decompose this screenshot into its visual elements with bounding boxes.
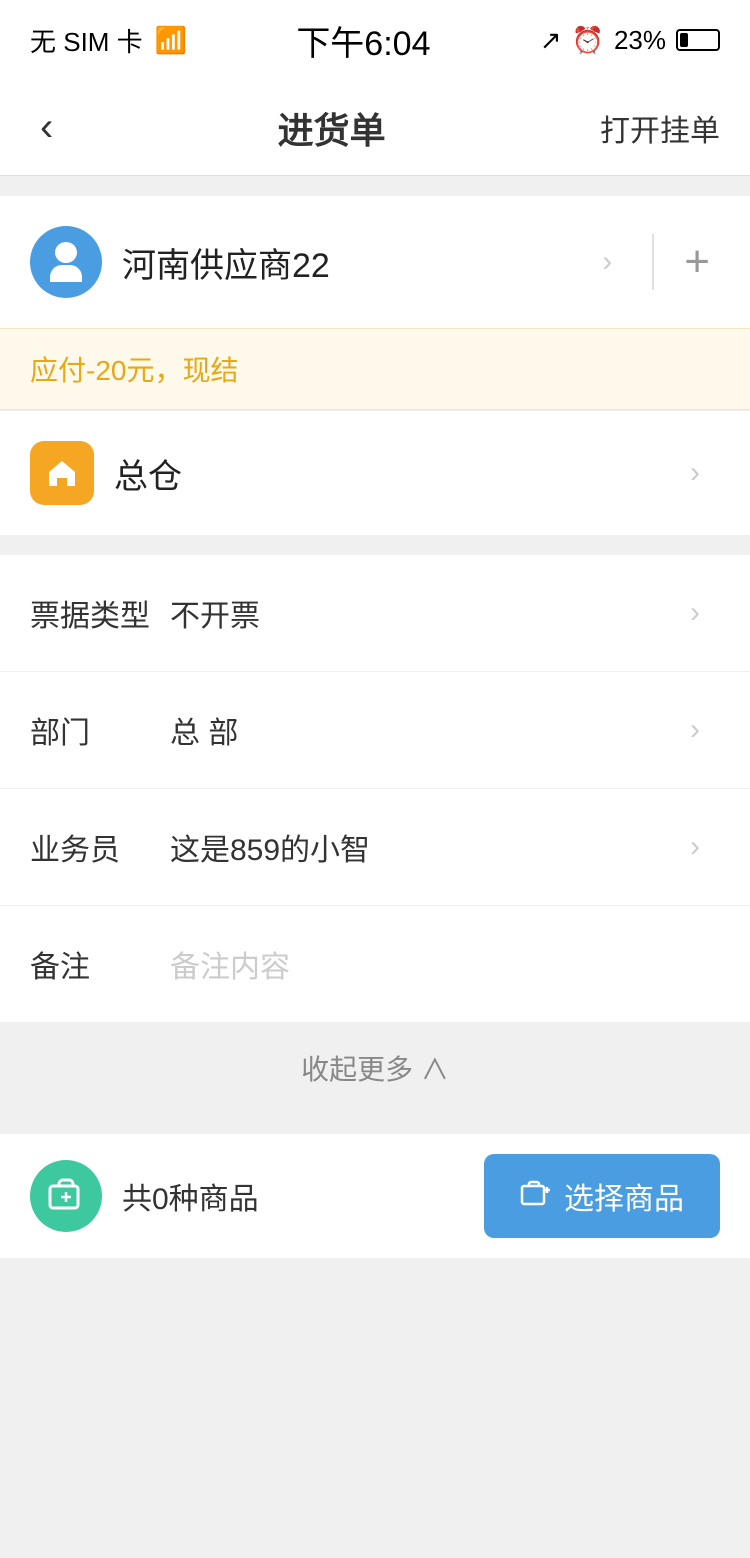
- salesperson-chevron-icon: ›: [690, 830, 700, 864]
- wifi-icon: 📶: [155, 25, 187, 56]
- select-product-button[interactable]: 选择商品: [484, 1154, 720, 1238]
- nav-bar: ‹ 进货单 打开挂单: [0, 80, 750, 176]
- remark-input[interactable]: 备注内容: [170, 942, 720, 986]
- form-card: 票据类型 不开票 › 部门 总 部 › 业务员 这是859的小智 › 备注 备注…: [0, 555, 750, 1022]
- dept-label: 部门: [30, 708, 170, 752]
- invoice-chevron-icon: ›: [690, 596, 700, 630]
- battery-pct: 23%: [614, 25, 666, 56]
- notice-bar: 应付-20元，现结: [0, 328, 750, 410]
- notice-text: 应付-20元，现结: [30, 355, 238, 386]
- collapse-button[interactable]: 收起更多 ∧: [0, 1022, 750, 1114]
- time-label: 下午6:04: [296, 16, 430, 65]
- avatar-head: [55, 242, 77, 263]
- salesperson-label: 业务员: [30, 825, 170, 869]
- dept-value: 总 部: [170, 708, 690, 752]
- select-product-icon: [520, 1180, 552, 1212]
- add-supplier-button[interactable]: +: [674, 237, 720, 287]
- supplier-row[interactable]: 河南供应商22 › +: [0, 196, 750, 328]
- warehouse-name: 总仓: [114, 449, 690, 498]
- open-pending-button[interactable]: 打开挂单: [600, 106, 720, 150]
- alarm-icon: ⏰: [572, 25, 604, 56]
- battery-icon: [676, 29, 720, 51]
- invoice-type-row[interactable]: 票据类型 不开票 ›: [0, 555, 750, 672]
- dept-chevron-icon: ›: [690, 713, 700, 747]
- invoice-type-value: 不开票: [170, 591, 690, 635]
- warehouse-row[interactable]: 总仓 ›: [0, 410, 750, 535]
- product-count-label: 共0种商品: [122, 1174, 484, 1218]
- page-bg: [0, 1258, 750, 1558]
- supplier-chevron-icon: ›: [602, 245, 612, 279]
- invoice-type-label: 票据类型: [30, 591, 170, 635]
- salesperson-value: 这是859的小智: [170, 825, 690, 869]
- section-gap-1: [0, 176, 750, 196]
- product-bar: 共0种商品 选择商品: [0, 1134, 750, 1258]
- section-gap-3: [0, 1114, 750, 1134]
- status-left: 无 SIM 卡 📶: [30, 22, 187, 59]
- supplier-card: 河南供应商22 › + 应付-20元，现结 总仓 ›: [0, 196, 750, 535]
- back-button[interactable]: ‹: [30, 95, 63, 160]
- product-cart-svg: [46, 1176, 86, 1216]
- status-right: ↗ ⏰ 23%: [540, 25, 720, 56]
- house-svg: [43, 454, 81, 492]
- warehouse-icon: [30, 441, 94, 505]
- dept-row[interactable]: 部门 总 部 ›: [0, 672, 750, 789]
- supplier-avatar: [30, 226, 102, 298]
- status-bar: 无 SIM 卡 📶 下午6:04 ↗ ⏰ 23%: [0, 0, 750, 80]
- avatar-body: [50, 265, 82, 282]
- warehouse-chevron-icon: ›: [690, 456, 700, 490]
- carrier-label: 无 SIM 卡: [30, 22, 143, 59]
- remark-row[interactable]: 备注 备注内容: [0, 906, 750, 1022]
- supplier-divider: [652, 234, 654, 290]
- person-icon: [46, 242, 86, 282]
- product-icon: [30, 1160, 102, 1232]
- page-title: 进货单: [278, 102, 386, 154]
- salesperson-row[interactable]: 业务员 这是859的小智 ›: [0, 789, 750, 906]
- location-icon: ↗: [540, 25, 562, 56]
- remark-label: 备注: [30, 942, 170, 986]
- supplier-name: 河南供应商22: [122, 238, 602, 287]
- select-product-label: 选择商品: [564, 1174, 684, 1218]
- battery-fill: [680, 33, 688, 47]
- section-gap-2: [0, 535, 750, 555]
